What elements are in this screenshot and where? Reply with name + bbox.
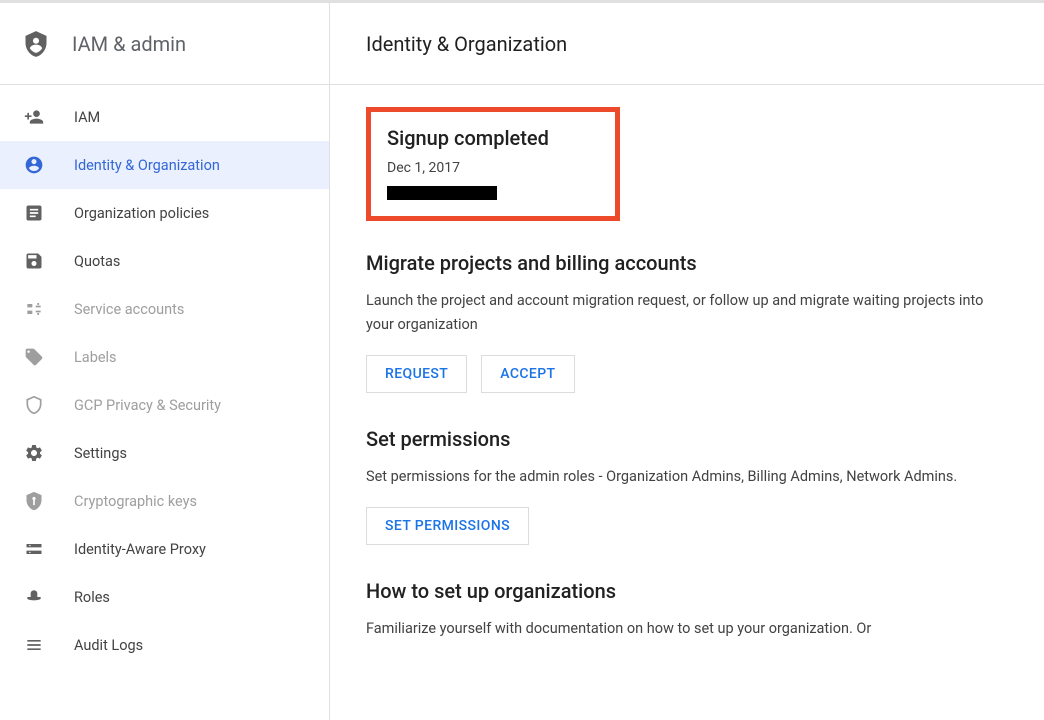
nav-label: Cryptographic keys xyxy=(74,493,197,510)
migrate-heading: Migrate projects and billing accounts xyxy=(366,251,1008,275)
permissions-body: Set permissions for the admin roles - Or… xyxy=(366,465,1008,489)
accept-button[interactable]: ACCEPT xyxy=(481,355,574,393)
sidebar: IAM & admin IAM Identity & Organization xyxy=(0,3,330,720)
nav-label: Quotas xyxy=(74,253,120,270)
sidebar-item-identity-aware-proxy[interactable]: Identity-Aware Proxy xyxy=(0,525,329,573)
sidebar-item-organization-policies[interactable]: Organization policies xyxy=(0,189,329,237)
sidebar-item-labels[interactable]: Labels xyxy=(0,333,329,381)
add-person-icon xyxy=(24,107,44,127)
nav-label: Roles xyxy=(74,589,110,606)
hat-icon xyxy=(24,587,44,607)
nav-label: Labels xyxy=(74,349,117,366)
signup-completed-box: Signup completed Dec 1, 2017 xyxy=(366,107,620,221)
sidebar-item-service-accounts[interactable]: Service accounts xyxy=(0,285,329,333)
nav-label: Service accounts xyxy=(74,301,184,318)
nav-label: IAM xyxy=(74,109,100,126)
tag-icon xyxy=(24,347,44,367)
sidebar-item-iam[interactable]: IAM xyxy=(0,93,329,141)
list-icon xyxy=(24,635,44,655)
sidebar-nav: IAM Identity & Organization Organization… xyxy=(0,85,329,669)
nav-label: Settings xyxy=(74,445,127,462)
sidebar-header: IAM & admin xyxy=(0,3,329,85)
signup-heading: Signup completed xyxy=(387,126,599,150)
article-icon xyxy=(24,203,44,223)
nav-label: GCP Privacy & Security xyxy=(74,397,221,414)
nav-label: Identity-Aware Proxy xyxy=(74,541,206,558)
gear-icon xyxy=(24,443,44,463)
sidebar-item-gcp-privacy-security[interactable]: GCP Privacy & Security xyxy=(0,381,329,429)
shield-outline-icon xyxy=(24,395,44,415)
howto-body: Familiarize yourself with documentation … xyxy=(366,617,1008,641)
nav-label: Audit Logs xyxy=(74,637,143,654)
save-icon xyxy=(24,251,44,271)
howto-section: How to set up organizations Familiarize … xyxy=(366,579,1008,641)
migrate-body: Launch the project and account migration… xyxy=(366,289,1008,337)
nav-label: Organization policies xyxy=(74,205,209,222)
permissions-section: Set permissions Set permissions for the … xyxy=(366,427,1008,545)
main-content: Identity & Organization Signup completed… xyxy=(330,3,1044,720)
sidebar-item-cryptographic-keys[interactable]: Cryptographic keys xyxy=(0,477,329,525)
sidebar-item-quotas[interactable]: Quotas xyxy=(0,237,329,285)
set-permissions-button[interactable]: SET PERMISSIONS xyxy=(366,507,529,545)
page-header: Identity & Organization xyxy=(330,3,1044,85)
permissions-heading: Set permissions xyxy=(366,427,1008,451)
sidebar-item-identity-organization[interactable]: Identity & Organization xyxy=(0,141,329,189)
migrate-section: Migrate projects and billing accounts La… xyxy=(366,251,1008,393)
shield-key-icon xyxy=(24,491,44,511)
product-title: IAM & admin xyxy=(72,32,186,56)
howto-heading: How to set up organizations xyxy=(366,579,1008,603)
account-circle-icon xyxy=(24,155,44,175)
signup-date: Dec 1, 2017 xyxy=(387,160,599,176)
redacted-text xyxy=(387,186,497,200)
sidebar-item-audit-logs[interactable]: Audit Logs xyxy=(0,621,329,669)
sidebar-item-roles[interactable]: Roles xyxy=(0,573,329,621)
sidebar-item-settings[interactable]: Settings xyxy=(0,429,329,477)
page-title: Identity & Organization xyxy=(366,32,567,56)
nav-label: Identity & Organization xyxy=(74,157,220,174)
iam-admin-shield-icon xyxy=(22,30,50,58)
iap-icon xyxy=(24,539,44,559)
service-accounts-icon xyxy=(24,299,44,319)
request-button[interactable]: REQUEST xyxy=(366,355,467,393)
